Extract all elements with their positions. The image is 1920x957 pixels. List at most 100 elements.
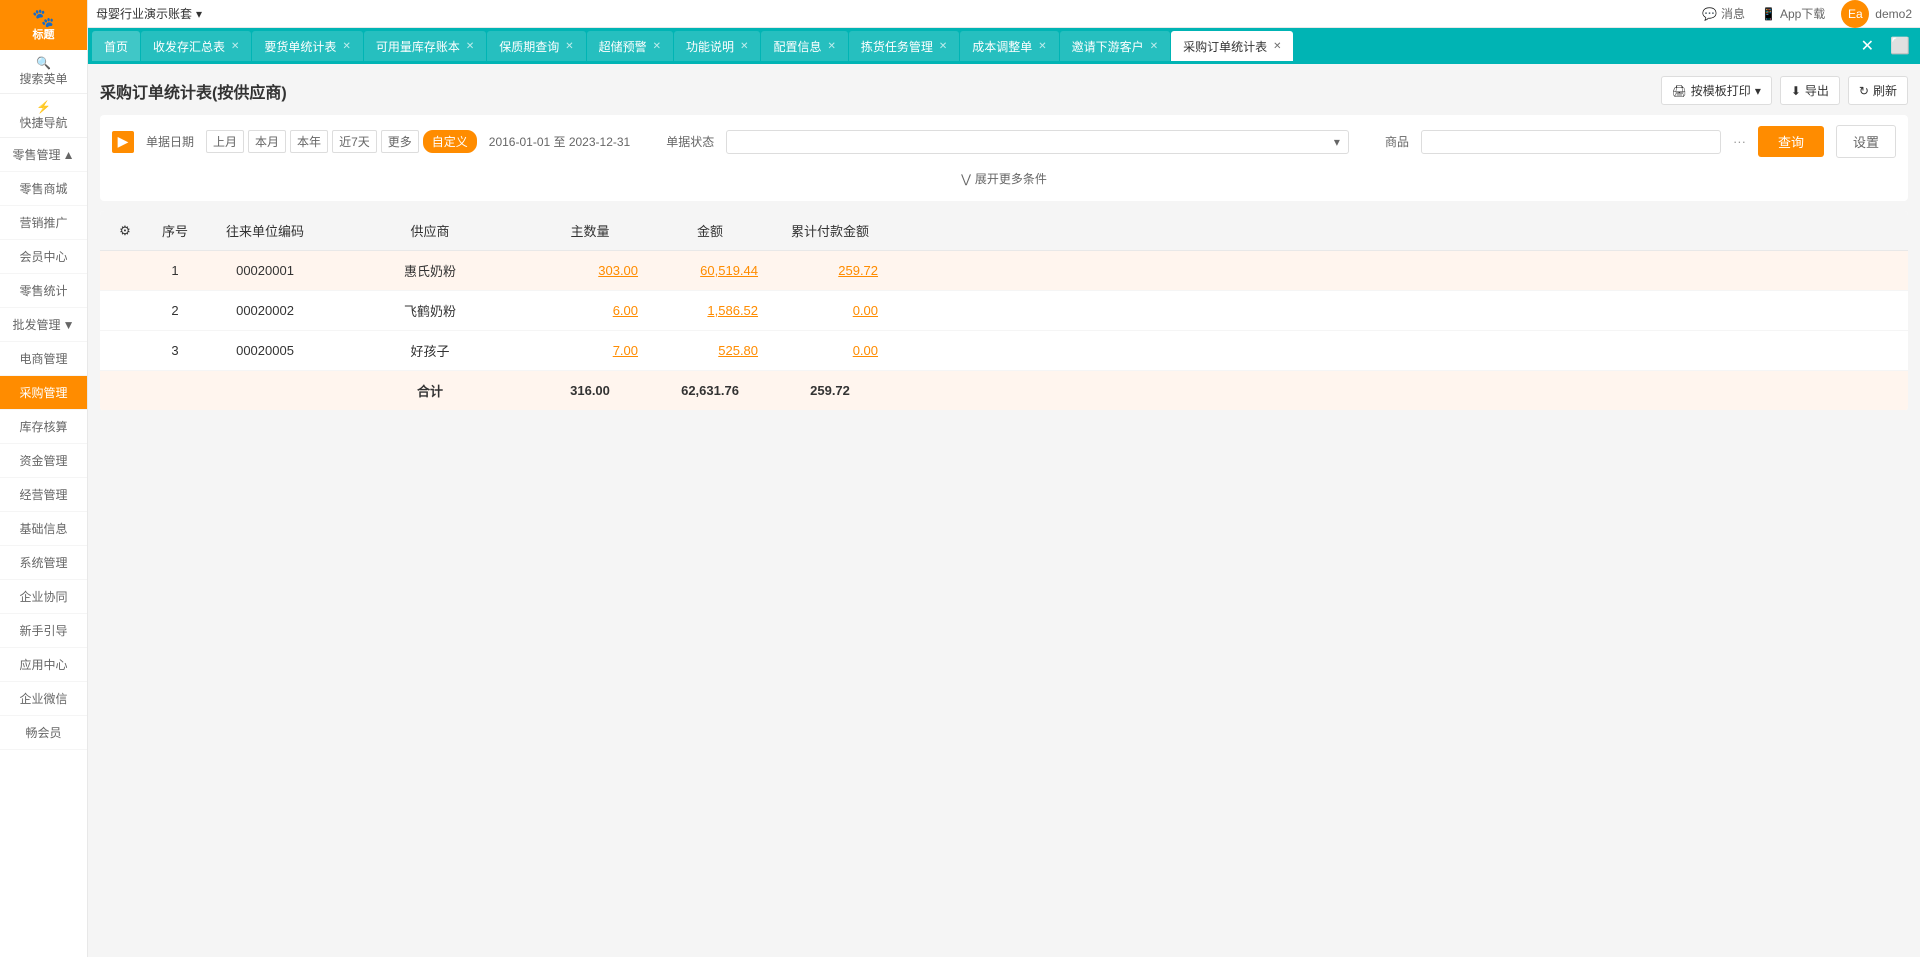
row3-qty[interactable]: 7.00	[530, 331, 650, 371]
tab-close-icon[interactable]: ✕	[939, 41, 947, 52]
avatar-text: Ea	[1848, 7, 1863, 21]
sidebar-purchase-label: 采购管理	[4, 384, 83, 401]
row2-qty[interactable]: 6.00	[530, 291, 650, 331]
footer-extra	[890, 371, 1908, 411]
col-header-settings[interactable]: ⚙	[100, 211, 150, 251]
tab-function-desc[interactable]: 功能说明 ✕	[674, 31, 760, 61]
sidebar-item-wholesale[interactable]: 批发管理 ▼	[0, 308, 87, 342]
sidebar-item-ecommerce[interactable]: 电商管理	[0, 342, 87, 376]
row1-qty[interactable]: 303.00	[530, 251, 650, 291]
table-row[interactable]: 2 00020002 飞鹤奶粉 6.00 1,586.52 0.00	[100, 291, 1908, 331]
table-row[interactable]: 3 00020005 好孩子 7.00 525.80 0.00	[100, 331, 1908, 371]
sidebar-retail-label: 零售管理	[13, 146, 61, 163]
sidebar-item-member[interactable]: 会员中心	[0, 240, 87, 274]
filter-toggle-btn[interactable]: ▶	[112, 131, 134, 153]
export-btn[interactable]: ⬇ 导出	[1780, 76, 1840, 105]
quick-nav-icon: ⚡	[6, 100, 81, 114]
expand-more-conditions-btn[interactable]: ⋁ 展开更多条件	[953, 166, 1055, 191]
tab-close-icon[interactable]: ✕	[653, 41, 661, 52]
status-select[interactable]: ▾	[726, 130, 1349, 154]
sidebar-item-enterprise-wechat[interactable]: 企业微信	[0, 682, 87, 716]
tab-order-summary[interactable]: 要货单统计表 ✕	[252, 31, 362, 61]
top-bar: 母婴行业演示账套 ▾ 💬 消息 📱 App下载 Ea demo2	[88, 0, 1920, 28]
sidebar-item-inventory[interactable]: 库存核算	[0, 410, 87, 444]
col-header-amount: 金额	[650, 211, 770, 251]
tab-expiry-query[interactable]: 保质期查询 ✕	[487, 31, 585, 61]
tab-close-icon[interactable]: ✕	[342, 41, 350, 52]
sidebar-item-basics[interactable]: 基础信息	[0, 512, 87, 546]
row1-supplier: 惠氏奶粉	[330, 251, 530, 291]
row1-amount[interactable]: 60,519.44	[650, 251, 770, 291]
sidebar-item-vip[interactable]: 畅会员	[0, 716, 87, 750]
refresh-btn[interactable]: ↻ 刷新	[1848, 76, 1908, 105]
date-btn-more[interactable]: 更多	[381, 130, 419, 153]
sidebar-quick-nav[interactable]: ⚡ 快捷导航	[0, 94, 87, 138]
message-btn[interactable]: 💬 消息	[1702, 5, 1745, 22]
sidebar-item-retail-section[interactable]: 零售管理 ▲	[0, 138, 87, 172]
tab-bar: 首页 收发存汇总表 ✕ 要货单统计表 ✕ 可用量库存账本 ✕ 保质期查询 ✕ 超…	[88, 28, 1920, 64]
tab-close-icon[interactable]: ✕	[565, 41, 573, 52]
goods-more-icon[interactable]: ···	[1733, 134, 1746, 149]
tab-close-icon[interactable]: ✕	[1150, 41, 1158, 52]
date-custom-label: 自定义	[423, 130, 477, 153]
sidebar-item-app-center[interactable]: 应用中心	[0, 648, 87, 682]
sidebar-item-retail-shop[interactable]: 零售商城	[0, 172, 87, 206]
page-title: 采购订单统计表(按供应商)	[100, 79, 287, 103]
sidebar-item-enterprise[interactable]: 企业协同	[0, 580, 87, 614]
table-row[interactable]: 1 00020001 惠氏奶粉 303.00 60,519.44 259.72	[100, 251, 1908, 291]
tab-maximize-btn[interactable]: ⬜	[1884, 34, 1916, 58]
print-btn[interactable]: 🖨 按模板打印 ▾	[1661, 76, 1772, 105]
tab-home[interactable]: 首页	[92, 31, 140, 61]
workspace-selector[interactable]: 母婴行业演示账套 ▾	[96, 5, 202, 22]
tab-cost-adjustment[interactable]: 成本调整单 ✕	[960, 31, 1058, 61]
tab-close-icon[interactable]: ✕	[466, 41, 474, 52]
row3-paid[interactable]: 0.00	[770, 331, 890, 371]
date-btn-last-month[interactable]: 上月	[206, 130, 244, 153]
chevron-down-icon-wholesale: ▼	[63, 318, 75, 332]
tab-close-icon[interactable]: ✕	[231, 41, 239, 52]
row3-amount[interactable]: 525.80	[650, 331, 770, 371]
tab-invite-downstream[interactable]: 邀请下游客户 ✕	[1060, 31, 1170, 61]
app-download-label: App下载	[1780, 5, 1825, 22]
tab-close-all-btn[interactable]: ✕	[1855, 34, 1880, 58]
tab-close-icon[interactable]: ✕	[1038, 41, 1046, 52]
col-header-supplier: 供应商	[330, 211, 530, 251]
tab-close-icon[interactable]: ✕	[740, 41, 748, 52]
sidebar-item-purchase[interactable]: 采购管理	[0, 376, 87, 410]
date-btn-this-year[interactable]: 本年	[290, 130, 328, 153]
sidebar-item-newbie[interactable]: 新手引导	[0, 614, 87, 648]
tab-purchase-order-summary[interactable]: 采购订单统计表 ✕	[1171, 31, 1293, 61]
goods-input[interactable]	[1421, 130, 1721, 154]
tab-close-icon[interactable]: ✕	[1273, 41, 1281, 52]
tab-config-info[interactable]: 配置信息 ✕	[761, 31, 847, 61]
date-btn-this-month[interactable]: 本月	[248, 130, 286, 153]
sidebar-search-section[interactable]: 🔍 搜索英单	[0, 50, 87, 94]
sidebar-item-marketing[interactable]: 营销推广	[0, 206, 87, 240]
row1-paid[interactable]: 259.72	[770, 251, 890, 291]
tab-usable-inventory[interactable]: 可用量库存账本 ✕	[364, 31, 486, 61]
sidebar: 🐾 标题 🔍 搜索英单 ⚡ 快捷导航 零售管理 ▲ 零售商城 营销推广 会员中心…	[0, 0, 88, 957]
col-header-code: 往来单位编码	[200, 211, 330, 251]
tab-receive-summary[interactable]: 收发存汇总表 ✕	[141, 31, 251, 61]
date-btn-7-days[interactable]: 近7天	[332, 130, 377, 153]
refresh-icon: ↻	[1859, 84, 1869, 98]
query-btn[interactable]: 查询	[1758, 126, 1824, 157]
user-menu[interactable]: Ea demo2	[1841, 0, 1912, 28]
sidebar-item-retail-stats[interactable]: 零售统计	[0, 274, 87, 308]
tab-picking-task[interactable]: 拣货任务管理 ✕	[849, 31, 959, 61]
sidebar-item-finance[interactable]: 资金管理	[0, 444, 87, 478]
tab-close-icon[interactable]: ✕	[827, 41, 835, 52]
export-icon: ⬇	[1791, 84, 1801, 98]
sidebar-item-system[interactable]: 系统管理	[0, 546, 87, 580]
app-download-btn[interactable]: 📱 App下载	[1761, 5, 1825, 22]
row2-amount[interactable]: 1,586.52	[650, 291, 770, 331]
avatar: Ea	[1841, 0, 1869, 28]
sidebar-basics-label: 基础信息	[4, 520, 83, 537]
filter-more-row: ⋁ 展开更多条件	[112, 166, 1896, 191]
row2-paid[interactable]: 0.00	[770, 291, 890, 331]
settings-btn[interactable]: 设置	[1836, 125, 1896, 158]
sidebar-member-label: 会员中心	[4, 248, 83, 265]
tab-overstock-warning[interactable]: 超储预警 ✕	[587, 31, 673, 61]
filter-row-1: ▶ 单据日期 上月 本月 本年 近7天 更多 自定义 2016-01-01 至 …	[112, 125, 1896, 158]
sidebar-item-operations[interactable]: 经营管理	[0, 478, 87, 512]
